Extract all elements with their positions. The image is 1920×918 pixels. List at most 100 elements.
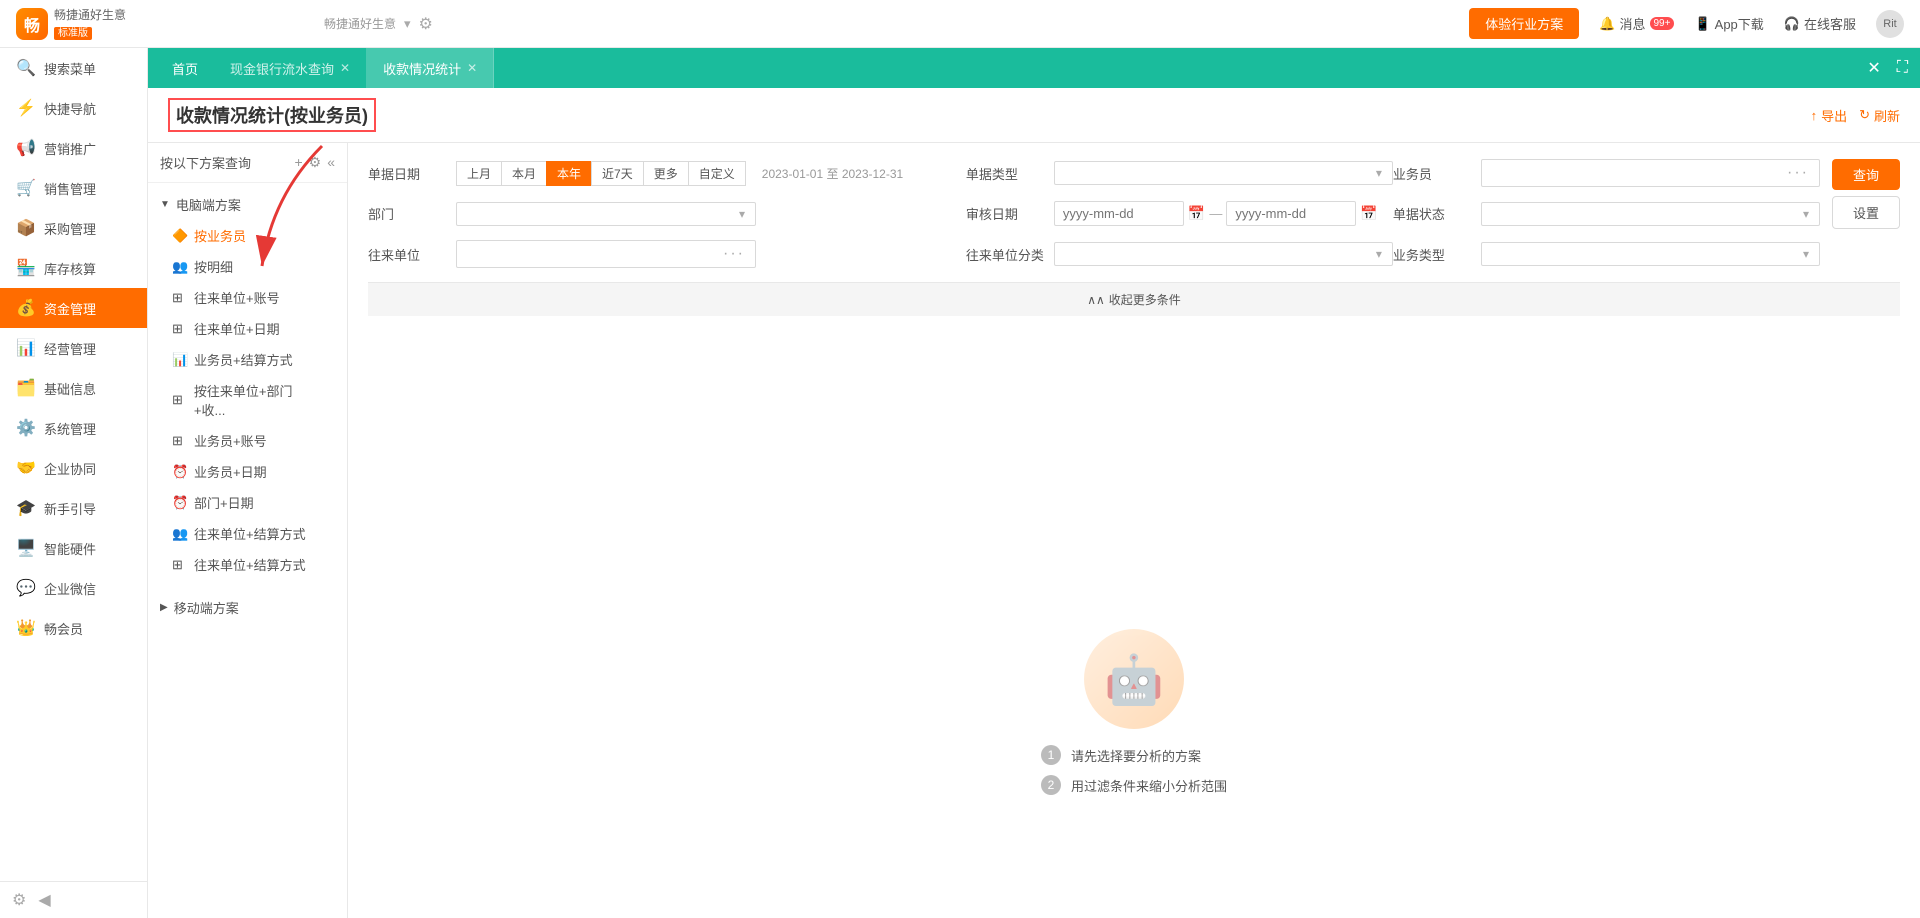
query-btn[interactable]: 查询: [1832, 159, 1900, 190]
filter-settings-btn[interactable]: 设置: [1832, 196, 1900, 229]
review-date-label: 审核日期: [966, 204, 1046, 223]
tab-collections-close[interactable]: ✕: [467, 61, 477, 75]
sidebar-label-marketing: 营销推广: [44, 139, 96, 158]
scheme-item-label-3: 往来单位+日期: [194, 319, 280, 338]
sidebar: 🔍 搜索菜单 ⚡ 快捷导航 📢 营销推广 🛒 销售管理 📦 采购管理 🏪 库存核…: [0, 0, 148, 918]
review-date-start-icon[interactable]: 📅: [1188, 205, 1205, 222]
sidebar-item-operations[interactable]: 📊 经营管理: [0, 328, 147, 368]
doctype-chevron: ▾: [1376, 166, 1382, 180]
scheme-item-5[interactable]: ⊞ 按往来单位+部门+收...: [148, 375, 347, 425]
scheme-item-8[interactable]: ⏰ 部门+日期: [148, 487, 347, 518]
doc-status-select[interactable]: ▾: [1481, 202, 1820, 226]
tab-collections[interactable]: 收款情况统计 ✕: [367, 48, 494, 88]
filter-row-3: 往来单位 ··· 往来单位分类 ▾: [368, 240, 1820, 268]
hardware-icon: 🖥️: [16, 538, 36, 558]
date-tab-thisyear[interactable]: 本年: [546, 161, 591, 186]
scheme-item-icon-0: 🔶: [172, 228, 188, 244]
wechat-icon: 💬: [16, 578, 36, 598]
collapse-arrow-icon: ∧∧: [1087, 293, 1105, 307]
scheme-item-4[interactable]: 📊 业务员+结算方式: [148, 344, 347, 375]
sidebar-item-quicknav[interactable]: ⚡ 快捷导航: [0, 88, 147, 128]
tab-bar: 首页 现金银行流水查询 ✕ 收款情况统计 ✕ ✕ ⛶: [148, 48, 1920, 88]
tab-bar-actions: ✕ ⛶: [1863, 58, 1912, 78]
biz-type-label: 业务类型: [1393, 245, 1473, 264]
review-date-end-icon[interactable]: 📅: [1360, 205, 1377, 222]
sidebar-settings-btn[interactable]: ⚙: [12, 890, 26, 910]
user-avatar[interactable]: Rit: [1876, 10, 1904, 38]
review-date-start[interactable]: [1054, 201, 1184, 226]
scheme-item-3[interactable]: ⊞ 往来单位+日期: [148, 313, 347, 344]
date-tab-7days[interactable]: 近7天: [591, 161, 643, 186]
group-arrow-desktop: ▼: [160, 199, 170, 210]
tab-maximize-btn[interactable]: ⛶: [1893, 59, 1912, 77]
sidebar-item-sales[interactable]: 🛒 销售管理: [0, 168, 147, 208]
scheme-add-btn[interactable]: +: [294, 154, 302, 171]
quicknav-icon: ⚡: [16, 98, 36, 118]
salesperson-dots[interactable]: ···: [1787, 164, 1809, 182]
scheme-item-label-7: 业务员+日期: [194, 462, 267, 481]
collapse-bar[interactable]: ∧∧ 收起更多条件: [368, 282, 1900, 316]
scheme-group-desktop-toggle[interactable]: ▼ 电脑端方案: [148, 189, 347, 220]
online-service-btn[interactable]: 🎧 在线客服: [1784, 14, 1856, 33]
tab-cashflow[interactable]: 现金银行流水查询 ✕: [214, 48, 367, 88]
counterpart-cat-select[interactable]: ▾: [1054, 242, 1393, 266]
search-icon: 🔍: [16, 58, 36, 78]
scheme-group-mobile-toggle[interactable]: ▶ 移动端方案: [148, 592, 347, 623]
scheme-item-6[interactable]: ⊞ 业务员+账号: [148, 425, 347, 456]
scheme-item-icon-10: ⊞: [172, 557, 188, 573]
date-tab-lastmonth[interactable]: 上月: [456, 161, 501, 186]
date-tab-custom[interactable]: 自定义: [688, 161, 746, 186]
sidebar-item-member[interactable]: 👑 畅会员: [0, 608, 147, 648]
tab-cashflow-close[interactable]: ✕: [340, 61, 350, 75]
counterpart-dots[interactable]: ···: [723, 245, 745, 263]
tab-close-all-btn[interactable]: ✕: [1863, 58, 1884, 78]
content-wrapper: 按以下方案查询 + ⚙ « ▼ 电脑端方案 🔶 按业务员 👥: [148, 143, 1920, 918]
scheme-item-7[interactable]: ⏰ 业务员+日期: [148, 456, 347, 487]
sidebar-item-purchase[interactable]: 📦 采购管理: [0, 208, 147, 248]
tab-home[interactable]: 首页: [156, 59, 214, 78]
sidebar-item-guide[interactable]: 🎓 新手引导: [0, 488, 147, 528]
sidebar-item-hardware[interactable]: 🖥️ 智能硬件: [0, 528, 147, 568]
dept-select[interactable]: ▾: [456, 202, 756, 226]
date-tab-more[interactable]: 更多: [643, 161, 688, 186]
review-date-end[interactable]: [1226, 201, 1356, 226]
counterpart-select[interactable]: ···: [456, 240, 756, 268]
bell-icon: 🔔: [1599, 16, 1615, 32]
salesperson-select[interactable]: ···: [1481, 159, 1820, 187]
trial-btn[interactable]: 体验行业方案: [1469, 8, 1579, 39]
scheme-panel-header: 按以下方案查询 + ⚙ «: [148, 143, 347, 183]
sidebar-item-search[interactable]: 🔍 搜索菜单: [0, 48, 147, 88]
doctype-select[interactable]: ▾: [1054, 161, 1393, 185]
sidebar-item-basic[interactable]: 🗂️ 基础信息: [0, 368, 147, 408]
date-tab-thismonth[interactable]: 本月: [501, 161, 546, 186]
app-download-btn[interactable]: 📱 App下载: [1694, 14, 1763, 33]
doctype-label: 单据类型: [966, 164, 1046, 183]
sidebar-collapse-btn[interactable]: ◀: [38, 890, 50, 910]
scheme-item-9[interactable]: 👥 往来单位+结算方式: [148, 518, 347, 549]
sidebar-item-inventory[interactable]: 🏪 库存核算: [0, 248, 147, 288]
sidebar-item-finance[interactable]: 💰 资金管理: [0, 288, 147, 328]
scheme-item-2[interactable]: ⊞ 往来单位+账号: [148, 282, 347, 313]
scheme-collapse-btn[interactable]: «: [327, 154, 335, 171]
empty-step-2: 2 用过滤条件来缩小分析范围: [1041, 775, 1227, 795]
sidebar-item-enterprise[interactable]: 🤝 企业协同: [0, 448, 147, 488]
scheme-item-icon-4: 📊: [172, 352, 188, 368]
scheme-item-10[interactable]: ⊞ 往来单位+结算方式: [148, 549, 347, 580]
sidebar-item-marketing[interactable]: 📢 营销推广: [0, 128, 147, 168]
doc-status-chevron: ▾: [1803, 207, 1809, 221]
sidebar-label-wechat: 企业微信: [44, 579, 96, 598]
scheme-group-mobile: ▶ 移动端方案: [148, 586, 347, 629]
export-btn[interactable]: ↑ 导出: [1811, 106, 1848, 125]
sidebar-item-wechat[interactable]: 💬 企业微信: [0, 568, 147, 608]
scheme-settings-btn[interactable]: ⚙: [309, 154, 322, 171]
notification-btn[interactable]: 🔔 消息 99+: [1599, 14, 1674, 33]
sidebar-label-member: 畅会员: [44, 619, 83, 638]
scheme-item-0[interactable]: 🔶 按业务员: [148, 220, 347, 251]
app-download-label: App下载: [1715, 14, 1764, 33]
scheme-item-1[interactable]: 👥 按明细: [148, 251, 347, 282]
sidebar-item-system[interactable]: ⚙️ 系统管理: [0, 408, 147, 448]
refresh-btn[interactable]: ↻ 刷新: [1859, 106, 1900, 125]
gear-settings-icon[interactable]: ⚙: [419, 14, 433, 34]
notification-label: 消息: [1619, 14, 1645, 33]
biz-type-select[interactable]: ▾: [1481, 242, 1820, 266]
